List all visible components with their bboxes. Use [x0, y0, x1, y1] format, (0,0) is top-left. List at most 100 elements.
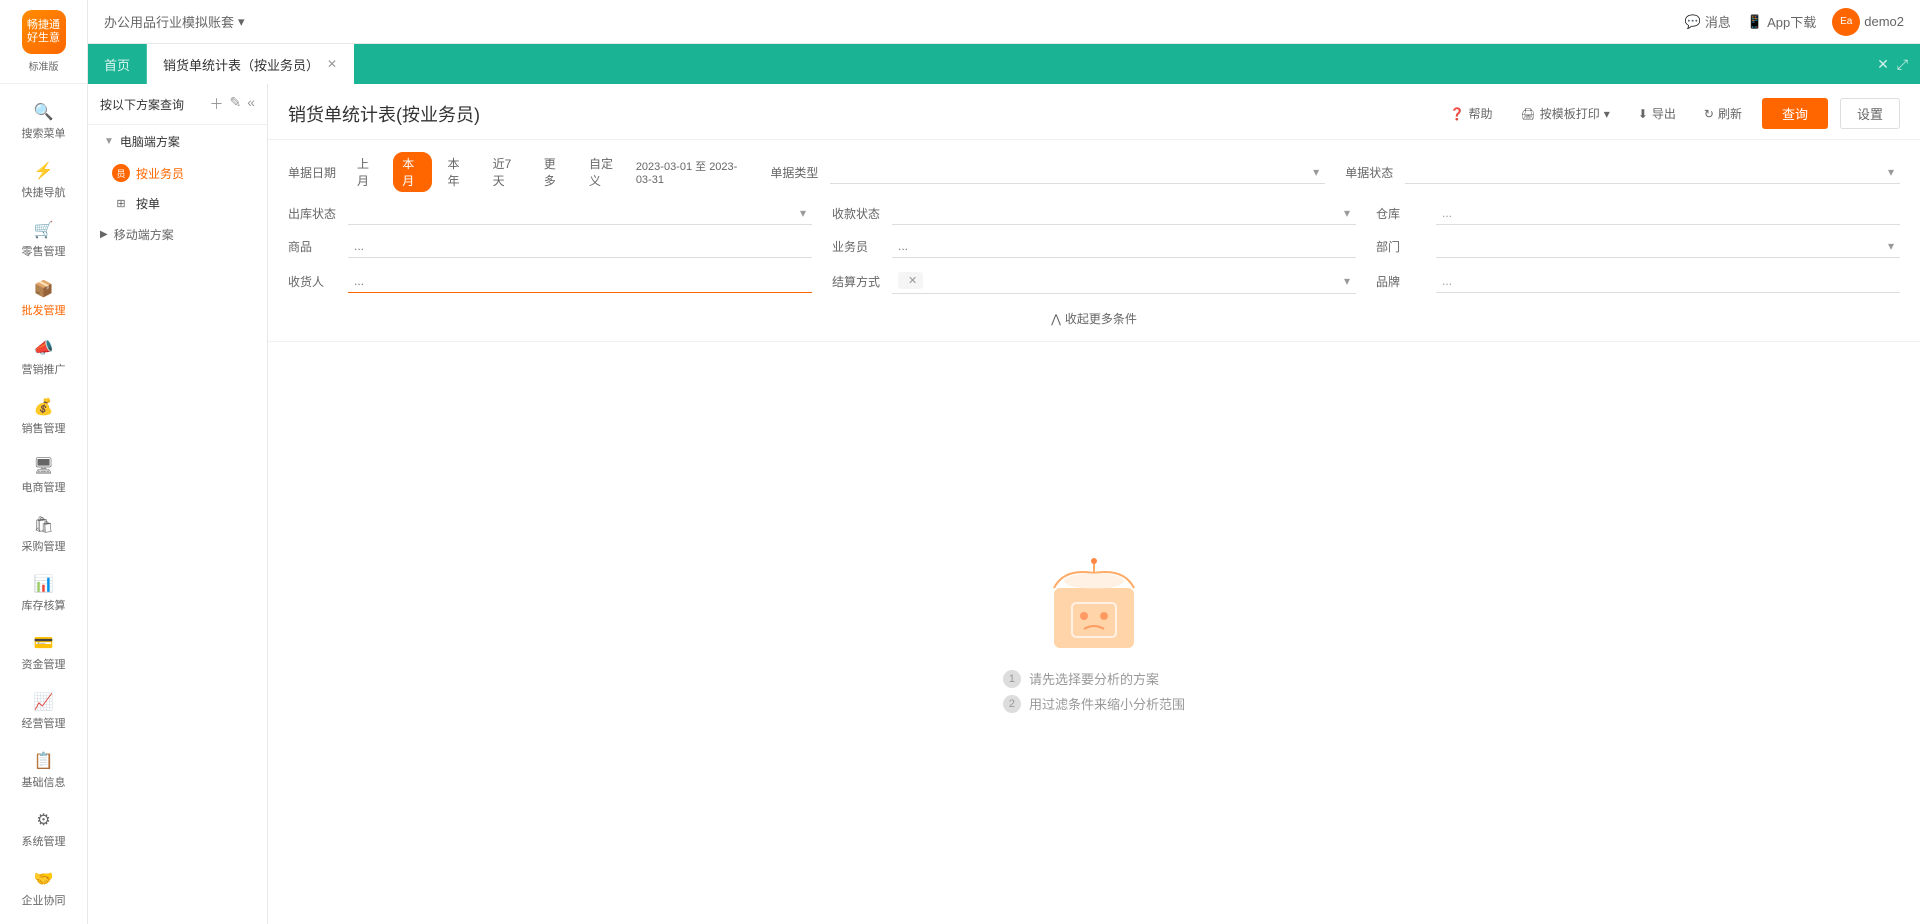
industry-selector[interactable]: 办公用品行业模拟账套 ▾ — [104, 12, 245, 31]
messages-btn[interactable]: 💬 消息 — [1685, 12, 1731, 31]
app-download-icon: 📱 — [1747, 14, 1763, 30]
setting-button[interactable]: 设置 — [1840, 98, 1900, 129]
avatar: Ea — [1832, 8, 1860, 36]
window-close-btn[interactable]: ✕ — [1877, 56, 1889, 73]
export-btn[interactable]: ⬇ 导出 — [1630, 101, 1684, 126]
hint-num-2: 2 — [1003, 695, 1021, 713]
warehouse-select[interactable]: ... — [1436, 202, 1900, 225]
desktop-scheme-header[interactable]: ▼ 电脑端方案 — [88, 125, 267, 158]
payment-select[interactable]: ▾ — [892, 202, 1356, 225]
receiver-field: 收货人 — [288, 270, 812, 293]
page-title: 销货单统计表(按业务员) — [288, 101, 480, 127]
logo-area: 畅捷通好生意 标准版 — [0, 0, 87, 84]
date-btn-lastmonth[interactable]: 上月 — [348, 152, 387, 192]
filter-row-4: 收货人 结算方式 ✕ ▾ — [288, 268, 1900, 294]
logo-icon: 畅捷通好生意 — [22, 10, 66, 54]
sidebar-item-ecommerce-label: 电商管理 — [22, 479, 66, 495]
sidebar-item-retail[interactable]: 🛒 零售管理 — [0, 210, 87, 269]
refresh-label: 刷新 — [1718, 105, 1742, 122]
print-label: 按模板打印 — [1540, 105, 1600, 122]
dept-dropdown-icon: ▾ — [1888, 239, 1894, 253]
date-btn-7days[interactable]: 近7天 — [484, 152, 529, 192]
sidebar-item-search[interactable]: 🔍 搜索菜单 — [0, 92, 87, 151]
sidebar-item-operation[interactable]: 📈 经营管理 — [0, 682, 87, 741]
date-btn-thismonth[interactable]: 本月 — [393, 152, 432, 192]
date-btn-thisyear[interactable]: 本年 — [438, 152, 477, 192]
sidebar-nav: 🔍 搜索菜单 ⚡ 快捷导航 🛒 零售管理 📦 批发管理 📣 营销推广 💰 销售管… — [0, 84, 87, 924]
sidebar-item-basic[interactable]: 📋 基础信息 — [0, 741, 87, 800]
user-area[interactable]: Ea demo2 — [1832, 8, 1904, 36]
goods-label: 商品 — [288, 238, 348, 255]
sidebar-item-wholesale[interactable]: 📦 批发管理 — [0, 269, 87, 328]
desktop-scheme-children: 员 按业务员 ⊞ 按单 — [88, 158, 267, 218]
settle-select[interactable]: ✕ ▾ — [892, 268, 1356, 294]
settle-tag: ✕ — [898, 272, 923, 289]
sidebar-item-marketing[interactable]: 📣 营销推广 — [0, 328, 87, 387]
tab-home[interactable]: 首页 — [88, 44, 147, 84]
sidebar-item-purchase-label: 采购管理 — [22, 538, 66, 554]
receiver-input[interactable] — [348, 270, 812, 293]
collapse-panel-btn[interactable]: « — [247, 94, 255, 114]
storage-select[interactable]: ▾ — [348, 202, 812, 225]
collapse-icon: ⋀ — [1051, 312, 1061, 326]
refresh-btn[interactable]: ↻ 刷新 — [1696, 101, 1750, 126]
sidebar-item-retail-label: 零售管理 — [22, 243, 66, 259]
dept-select[interactable]: ▾ — [1436, 235, 1900, 258]
print-btn[interactable]: 🖨 按模板打印 ▾ — [1513, 101, 1618, 126]
edit-scheme-btn[interactable]: ✎ — [229, 94, 241, 114]
date-filter: 上月 本月 本年 近7天 更多 自定义 2023-03-01 至 2023-03… — [348, 152, 750, 192]
window-expand-btn[interactable]: ⤢ — [1897, 56, 1908, 73]
doc-type-select[interactable]: ▾ — [830, 161, 1325, 184]
goods-input[interactable] — [348, 235, 812, 258]
page-actions: ❓ 帮助 🖨 按模板打印 ▾ ⬇ 导出 ↻ 刷新 — [1442, 98, 1900, 129]
sidebar-item-purchase[interactable]: 🛍 采购管理 — [0, 505, 87, 564]
operation-icon: 📈 — [34, 692, 54, 712]
desktop-scheme-label: 电脑端方案 — [120, 133, 180, 150]
receiver-label: 收货人 — [288, 273, 348, 290]
help-btn[interactable]: ❓ 帮助 — [1442, 101, 1501, 126]
right-panel: 销货单统计表(按业务员) ❓ 帮助 🖨 按模板打印 ▾ ⬇ 导出 — [268, 84, 1920, 924]
mobile-schemes: ▶ 移动端方案 — [88, 218, 267, 251]
collapse-filters-btn[interactable]: ⋀ 收起更多条件 — [1051, 304, 1137, 329]
wholesale-icon: 📦 — [34, 279, 54, 299]
tab-close-icon[interactable]: ✕ — [327, 57, 337, 71]
export-label: 导出 — [1652, 105, 1676, 122]
sidebar-item-inventory[interactable]: 📊 库存核算 — [0, 564, 87, 623]
app-download-label: App下载 — [1767, 12, 1816, 31]
sidebar-item-ecommerce[interactable]: 🖥 电商管理 — [0, 446, 87, 505]
date-btn-more[interactable]: 更多 — [535, 152, 574, 192]
app-download-btn[interactable]: 📱 App下载 — [1747, 12, 1816, 31]
doc-status-select[interactable]: ▾ — [1405, 161, 1900, 184]
sidebar-item-newbie[interactable]: 🎯 新手引导 — [0, 918, 87, 924]
help-label: 帮助 — [1469, 105, 1493, 122]
sidebar-item-system[interactable]: ⚙ 系统管理 — [0, 800, 87, 859]
storage-label: 出库状态 — [288, 205, 348, 222]
settle-tag-close[interactable]: ✕ — [908, 274, 917, 287]
date-btn-custom[interactable]: 自定义 — [580, 152, 630, 192]
enterprise-icon: 🤝 — [34, 869, 54, 889]
sidebar-item-finance[interactable]: 💳 资金管理 — [0, 623, 87, 682]
brand-value: ... — [1442, 274, 1452, 288]
topbar: 办公用品行业模拟账套 ▾ 💬 消息 📱 App下载 Ea demo2 — [88, 0, 1920, 44]
staff-label: 业务员 — [832, 238, 892, 255]
sidebar-item-basic-label: 基础信息 — [22, 774, 66, 790]
date-label: 单据日期 — [288, 164, 348, 181]
tab-sales-stat[interactable]: 销货单统计表（按业务员） ✕ — [147, 44, 354, 84]
username: demo2 — [1864, 14, 1904, 29]
filter-row-2: 出库状态 ▾ 收款状态 ▾ — [288, 202, 1900, 225]
query-button[interactable]: 查询 — [1762, 98, 1828, 129]
sidebar-item-enterprise[interactable]: 🤝 企业协同 — [0, 859, 87, 918]
staff-input[interactable] — [892, 235, 1356, 258]
mobile-scheme-header[interactable]: ▶ 移动端方案 — [100, 226, 255, 243]
brand-select[interactable]: ... — [1436, 270, 1900, 293]
sidebar-item-quicknav[interactable]: ⚡ 快捷导航 — [0, 151, 87, 210]
sidebar-item-sales[interactable]: 💰 销售管理 — [0, 387, 87, 446]
doc-type-dropdown-icon: ▾ — [1313, 165, 1319, 179]
left-panel: 按以下方案查询 ＋ ✎ « ▼ 电脑端方案 员 按业务员 — [88, 84, 268, 924]
add-scheme-btn[interactable]: ＋ — [209, 94, 223, 114]
scheme-by-staff[interactable]: 员 按业务员 — [104, 158, 267, 188]
scheme-by-order[interactable]: ⊞ 按单 — [104, 188, 267, 218]
sidebar: 畅捷通好生意 标准版 🔍 搜索菜单 ⚡ 快捷导航 🛒 零售管理 📦 批发管理 📣… — [0, 0, 88, 924]
refresh-icon: ↻ — [1704, 107, 1714, 121]
finance-icon: 💳 — [34, 633, 54, 653]
